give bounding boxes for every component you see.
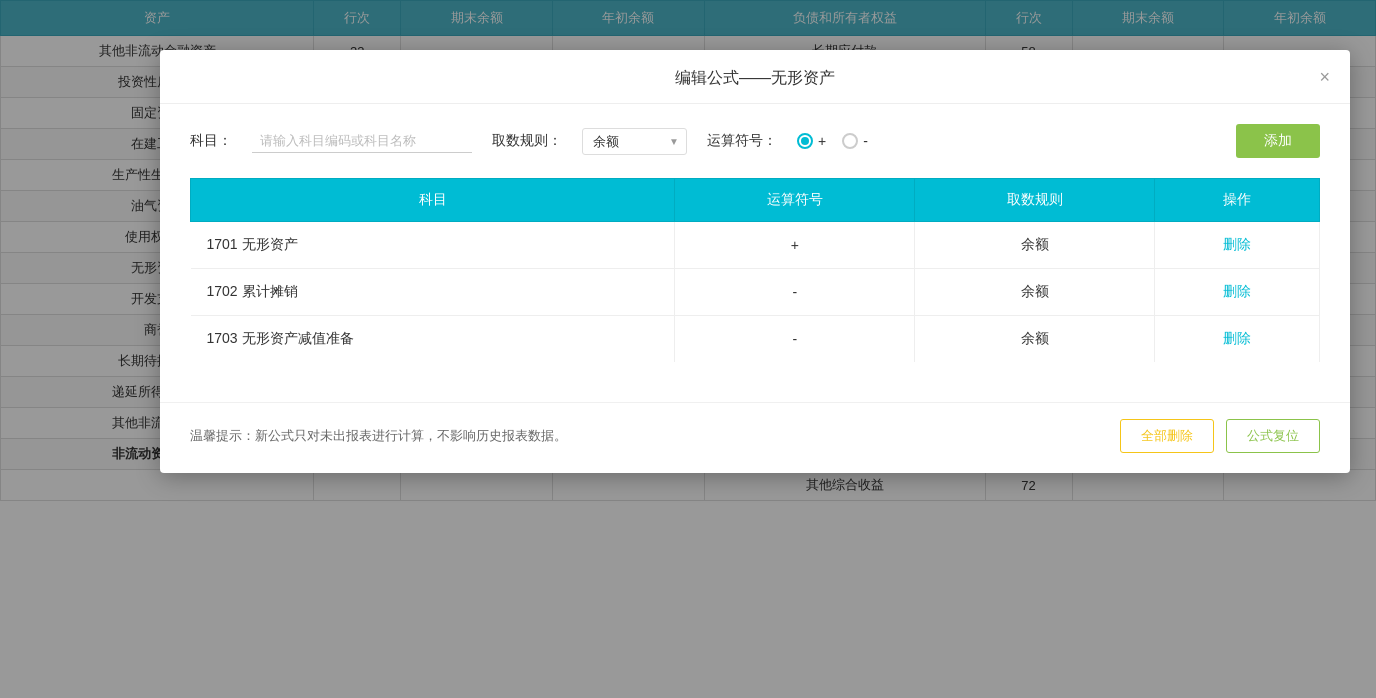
- table-row: 1703 无形资产减值准备-余额 删除: [191, 316, 1320, 363]
- radio-minus-circle: [842, 133, 858, 149]
- delete-all-button[interactable]: 全部删除: [1120, 419, 1214, 453]
- operator-label: 运算符号：: [707, 132, 777, 150]
- rule-label: 取数规则：: [492, 132, 562, 150]
- reset-formula-button[interactable]: 公式复位: [1226, 419, 1320, 453]
- th-subject: 科目: [191, 179, 675, 222]
- footer-buttons: 全部删除 公式复位: [1120, 419, 1320, 453]
- cell-subject: 1702 累计摊销: [191, 269, 675, 316]
- modal-header: 编辑公式——无形资产 ×: [160, 50, 1350, 104]
- modal-footer: 温馨提示：新公式只对未出报表进行计算，不影响历史报表数据。 全部删除 公式复位: [160, 402, 1350, 473]
- th-operator: 运算符号: [675, 179, 915, 222]
- cell-rule: 余额: [915, 269, 1155, 316]
- modal-close-button[interactable]: ×: [1319, 68, 1330, 86]
- table-row: 1701 无形资产+余额 删除: [191, 222, 1320, 269]
- cell-subject: 1701 无形资产: [191, 222, 675, 269]
- operator-plus-radio[interactable]: +: [797, 133, 826, 149]
- formula-table: 科目 运算符号 取数规则 操作 1701 无形资产+余额删除1702 累计摊销-…: [190, 178, 1320, 362]
- add-button[interactable]: 添加: [1236, 124, 1320, 158]
- modal-body: 科目： 取数规则： 余额 借方发生额 贷方发生额 ▼ 运算符号： +: [160, 104, 1350, 382]
- operator-radio-group: + -: [797, 133, 868, 149]
- th-rule: 取数规则: [915, 179, 1155, 222]
- cell-subject: 1703 无形资产减值准备: [191, 316, 675, 363]
- operator-plus-label: +: [818, 133, 826, 149]
- cell-rule: 余额: [915, 316, 1155, 363]
- form-row: 科目： 取数规则： 余额 借方发生额 贷方发生额 ▼ 运算符号： +: [190, 124, 1320, 158]
- th-action: 操作: [1155, 179, 1320, 222]
- edit-formula-modal: 编辑公式——无形资产 × 科目： 取数规则： 余额 借方发生额 贷方发生额 ▼ …: [160, 50, 1350, 473]
- radio-plus-circle: [797, 133, 813, 149]
- subject-input[interactable]: [252, 129, 472, 153]
- table-row: 1702 累计摊销-余额 删除: [191, 269, 1320, 316]
- subject-label: 科目：: [190, 132, 232, 150]
- operator-minus-label: -: [863, 133, 868, 149]
- cell-action: 删除: [1155, 222, 1320, 269]
- operator-minus-radio[interactable]: -: [842, 133, 868, 149]
- delete-row-button[interactable]: 删除: [1223, 236, 1251, 252]
- cell-operator: -: [675, 316, 915, 363]
- hint-text: 温馨提示：新公式只对未出报表进行计算，不影响历史报表数据。: [190, 427, 567, 445]
- delete-row-button[interactable]: 删除: [1223, 330, 1251, 346]
- cell-operator: +: [675, 222, 915, 269]
- table-header-row: 科目 运算符号 取数规则 操作: [191, 179, 1320, 222]
- rule-select[interactable]: 余额 借方发生额 贷方发生额: [582, 128, 687, 155]
- cell-rule: 余额: [915, 222, 1155, 269]
- rule-select-wrap: 余额 借方发生额 贷方发生额 ▼: [582, 128, 687, 155]
- cell-operator: -: [675, 269, 915, 316]
- cell-action: 删除: [1155, 316, 1320, 363]
- delete-row-button[interactable]: 删除: [1223, 283, 1251, 299]
- cell-action: 删除: [1155, 269, 1320, 316]
- modal-title: 编辑公式——无形资产: [675, 68, 835, 89]
